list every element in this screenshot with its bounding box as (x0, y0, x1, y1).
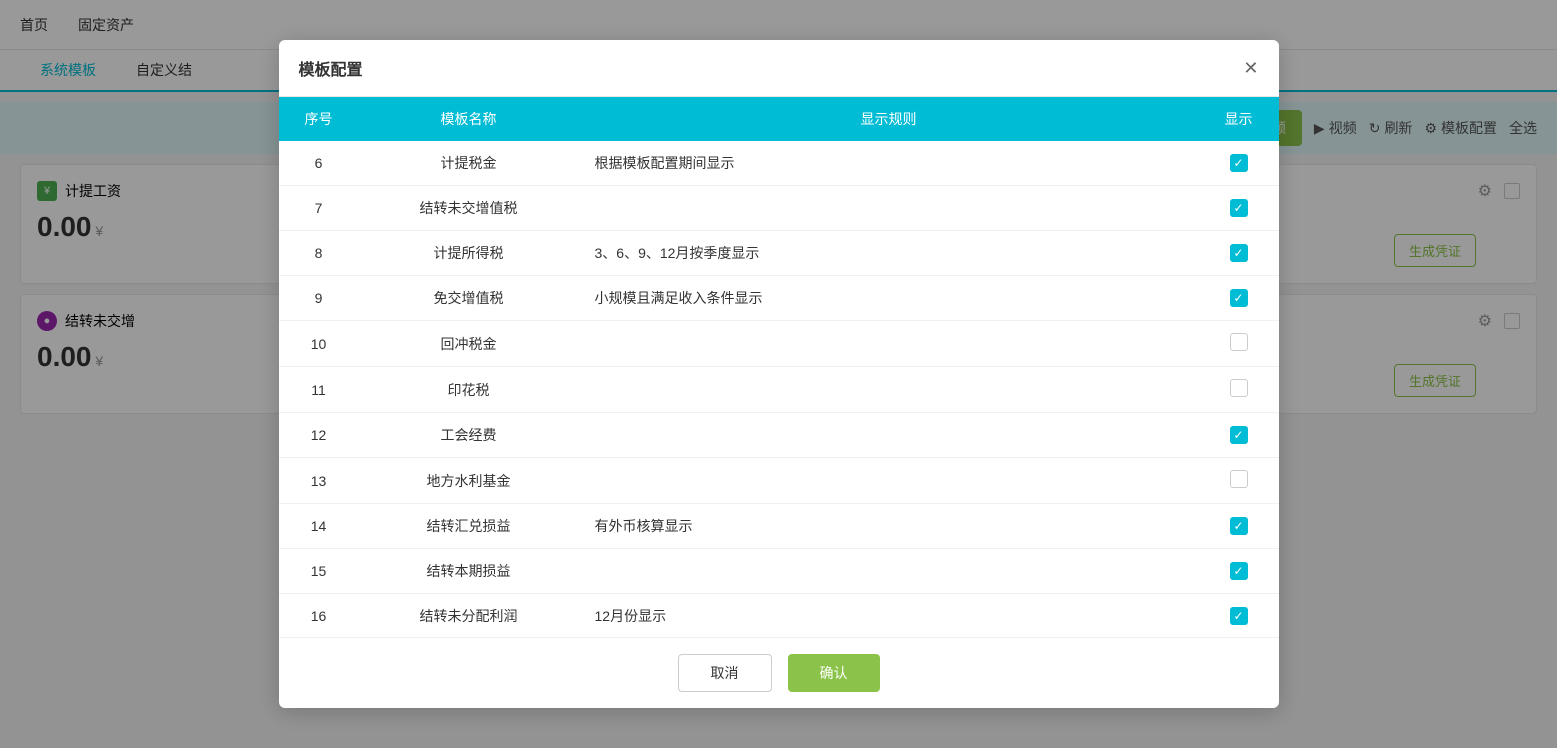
table-row: 9免交增值税小规模且满足收入条件显示 ✓ (279, 276, 1279, 321)
table-header: 序号 模板名称 显示规则 显示 (279, 97, 1279, 141)
cell-name-10: 结转未分配利润 (359, 594, 579, 638)
checkbox-1[interactable]: ✓ (1230, 199, 1248, 217)
modal-title: 模板配置 (299, 56, 363, 80)
config-table: 序号 模板名称 显示规则 显示 6计提税金根据模板配置期间显示✓7结转未交增值税… (279, 97, 1279, 637)
checkbox-0[interactable]: ✓ (1230, 154, 1248, 172)
cell-name-1: 结转未交增值税 (359, 186, 579, 231)
cell-rule-8: 有外币核算显示 (579, 504, 1199, 549)
modal-template-config: 模板配置 ✕ 序号 模板名称 显示规则 显示 6计提税金根据模板配置期间显 (279, 40, 1279, 708)
cell-name-9: 结转本期损益 (359, 549, 579, 594)
cell-name-6: 工会经费 (359, 413, 579, 458)
cell-seq-8: 14 (279, 504, 359, 549)
checkbox-7[interactable] (1230, 470, 1248, 488)
col-name: 模板名称 (359, 97, 579, 141)
cell-display-0: ✓ (1199, 141, 1279, 186)
modal-body: 序号 模板名称 显示规则 显示 6计提税金根据模板配置期间显示✓7结转未交增值税… (279, 97, 1279, 637)
cell-display-6: ✓ (1199, 413, 1279, 458)
cell-name-2: 计提所得税 (359, 231, 579, 276)
modal-overlay: 模板配置 ✕ 序号 模板名称 显示规则 显示 6计提税金根据模板配置期间显 (0, 0, 1557, 748)
cell-rule-4 (579, 321, 1199, 367)
table-row: 14结转汇兑损益有外币核算显示 ✓ (279, 504, 1279, 549)
cell-seq-0: 6 (279, 141, 359, 186)
cell-rule-6 (579, 413, 1199, 458)
cell-seq-5: 11 (279, 367, 359, 413)
cell-display-1: ✓ (1199, 186, 1279, 231)
cell-name-0: 计提税金 (359, 141, 579, 186)
modal-footer: 取消 确认 (279, 637, 1279, 708)
checkbox-8[interactable]: ✓ (1230, 517, 1248, 535)
cell-name-3: 免交增值税 (359, 276, 579, 321)
cell-display-8: ✓ (1199, 504, 1279, 549)
col-display: 显示 (1199, 97, 1279, 141)
cell-seq-10: 16 (279, 594, 359, 638)
checkbox-4[interactable] (1230, 333, 1248, 351)
checkbox-3[interactable]: ✓ (1230, 289, 1248, 307)
cell-display-7 (1199, 458, 1279, 504)
cell-name-4: 回冲税金 (359, 321, 579, 367)
checkbox-9[interactable]: ✓ (1230, 562, 1248, 580)
cell-seq-3: 9 (279, 276, 359, 321)
table-scroll[interactable]: 序号 模板名称 显示规则 显示 6计提税金根据模板配置期间显示✓7结转未交增值税… (279, 97, 1279, 637)
table-row: 15结转本期损益 ✓ (279, 549, 1279, 594)
table-row: 10回冲税金 (279, 321, 1279, 367)
modal-header: 模板配置 ✕ (279, 40, 1279, 97)
checkbox-2[interactable]: ✓ (1230, 244, 1248, 262)
cell-rule-7 (579, 458, 1199, 504)
col-rule: 显示规则 (579, 97, 1199, 141)
table-row: 12工会经费 ✓ (279, 413, 1279, 458)
cell-rule-10: 12月份显示 (579, 594, 1199, 638)
cell-seq-2: 8 (279, 231, 359, 276)
cell-seq-9: 15 (279, 549, 359, 594)
cell-seq-6: 12 (279, 413, 359, 458)
table-row: 7结转未交增值税 ✓ (279, 186, 1279, 231)
cell-seq-4: 10 (279, 321, 359, 367)
col-seq: 序号 (279, 97, 359, 141)
cell-rule-5 (579, 367, 1199, 413)
modal-close-button[interactable]: ✕ (1243, 58, 1258, 79)
cancel-button[interactable]: 取消 (678, 654, 772, 692)
cell-rule-9 (579, 549, 1199, 594)
cell-display-5 (1199, 367, 1279, 413)
cell-seq-7: 13 (279, 458, 359, 504)
checkbox-10[interactable]: ✓ (1230, 607, 1248, 625)
cell-rule-0: 根据模板配置期间显示 (579, 141, 1199, 186)
cell-display-4 (1199, 321, 1279, 367)
cell-rule-2: 3、6、9、12月按季度显示 (579, 231, 1199, 276)
checkbox-6[interactable]: ✓ (1230, 426, 1248, 444)
cell-display-9: ✓ (1199, 549, 1279, 594)
confirm-button[interactable]: 确认 (788, 654, 880, 692)
cell-seq-1: 7 (279, 186, 359, 231)
cell-display-3: ✓ (1199, 276, 1279, 321)
cell-rule-1 (579, 186, 1199, 231)
cell-name-7: 地方水利基金 (359, 458, 579, 504)
cell-name-5: 印花税 (359, 367, 579, 413)
table-row: 11印花税 (279, 367, 1279, 413)
table-row: 16结转未分配利润12月份显示 ✓ (279, 594, 1279, 638)
table-body: 6计提税金根据模板配置期间显示✓7结转未交增值税✓8计提所得税3、6、9、12月… (279, 141, 1279, 637)
checkbox-5[interactable] (1230, 379, 1248, 397)
cell-display-2: ✓ (1199, 231, 1279, 276)
table-row: 8计提所得税3、6、9、12月按季度显示 ✓ (279, 231, 1279, 276)
table-row: 6计提税金根据模板配置期间显示 ✓ (279, 141, 1279, 186)
table-row: 13地方水利基金 (279, 458, 1279, 504)
cell-name-8: 结转汇兑损益 (359, 504, 579, 549)
cell-rule-3: 小规模且满足收入条件显示 (579, 276, 1199, 321)
cell-display-10: ✓ (1199, 594, 1279, 638)
